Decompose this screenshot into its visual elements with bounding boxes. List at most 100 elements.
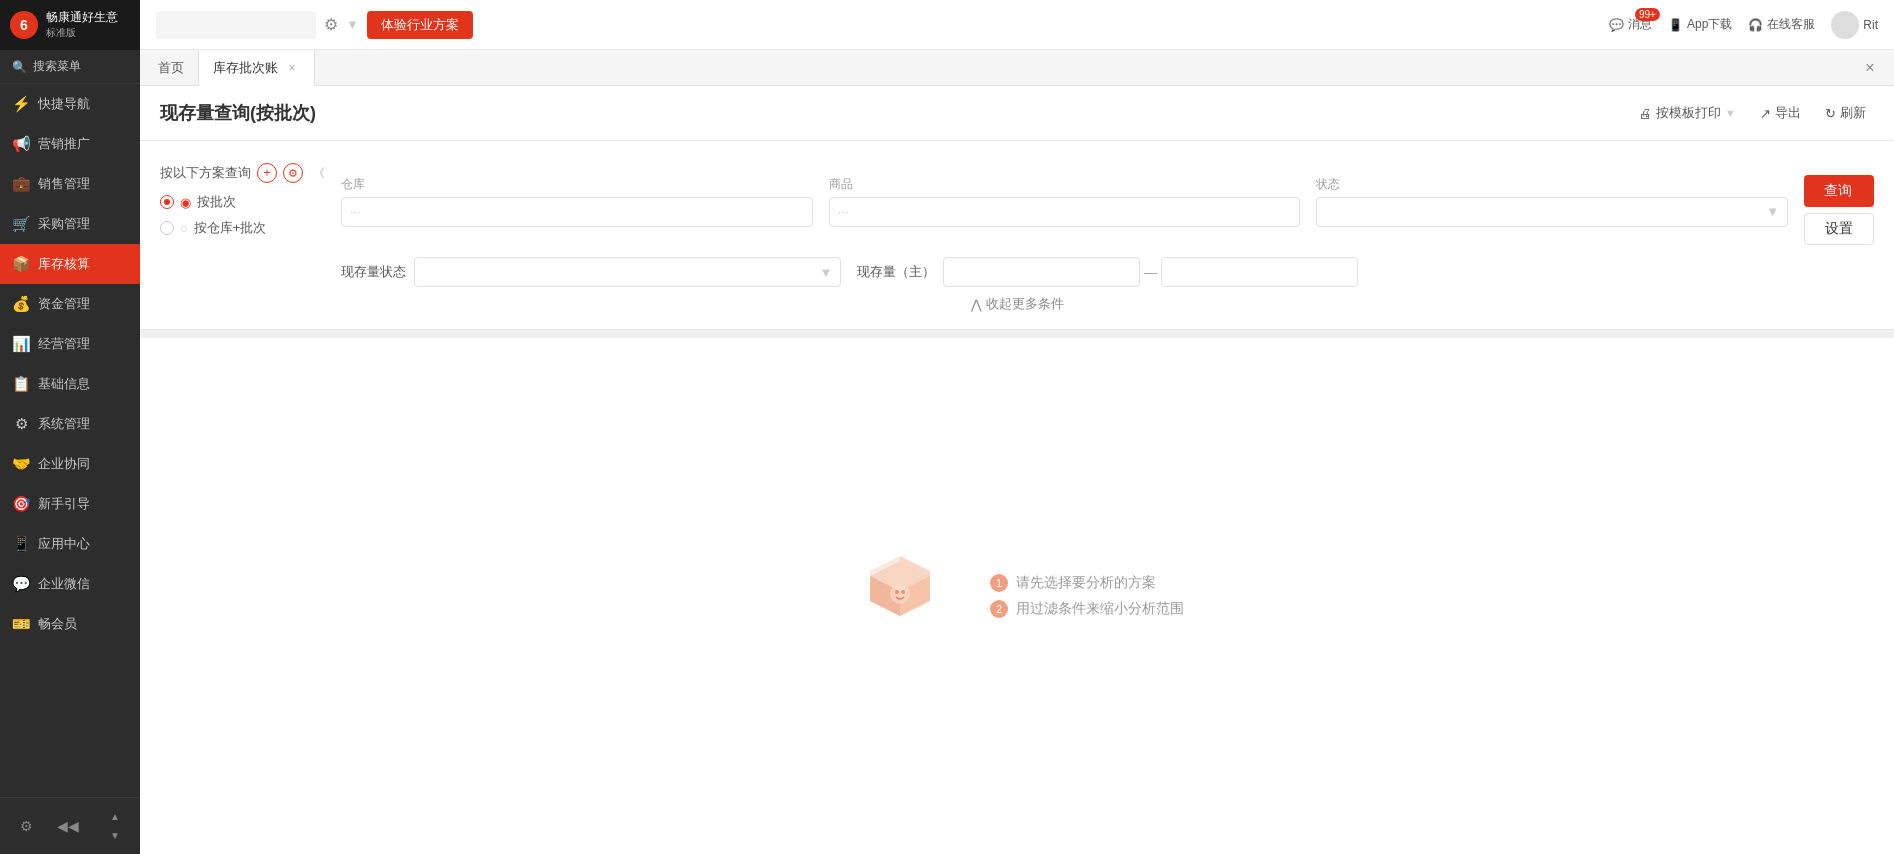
empty-step-2: 2 用过滤条件来缩小分析范围 bbox=[990, 600, 1184, 618]
vip-icon: 🎫 bbox=[12, 615, 30, 633]
sidebar-item-newbie[interactable]: 🎯 新手引导 bbox=[0, 484, 140, 524]
refresh-btn[interactable]: ↻ 刷新 bbox=[1817, 100, 1874, 126]
finance-label: 资金管理 bbox=[38, 295, 90, 313]
export-icon: ↗ bbox=[1760, 106, 1771, 121]
scheme-collapse-arrow[interactable]: 《 bbox=[313, 165, 325, 182]
stock-status-field: 现存量状态 ▼ bbox=[341, 257, 841, 287]
messages-icon: 💬 bbox=[1609, 18, 1624, 32]
stock-status-input[interactable]: ▼ bbox=[414, 257, 841, 287]
sidebar-footer: ⚙ ◀◀ ▲ ▼ bbox=[0, 797, 140, 854]
tab-inventory-batch-label: 库存批次账 bbox=[213, 59, 278, 77]
inventory-label: 库存核算 bbox=[38, 255, 90, 273]
empty-step-1: 1 请先选择要分析的方案 bbox=[990, 574, 1184, 592]
status-label: 状态 bbox=[1316, 176, 1788, 193]
scheme-by-batch-radio[interactable] bbox=[160, 195, 174, 209]
app-version: 标准版 bbox=[46, 26, 118, 40]
warehouse-field: 仓库 ··· bbox=[341, 176, 813, 227]
page-title: 现存量查询(按批次) bbox=[160, 101, 316, 125]
finance-icon: 💰 bbox=[12, 295, 30, 313]
sidebar-item-vip[interactable]: 🎫 畅会员 bbox=[0, 604, 140, 644]
sidebar-item-finance[interactable]: 💰 资金管理 bbox=[0, 284, 140, 324]
sidebar-menu: ⚡ 快捷导航 📢 营销推广 💼 销售管理 🛒 采购管理 📦 库存核算 💰 资金管… bbox=[0, 84, 140, 797]
sidebar-header: 6 畅康通好生意 标准版 bbox=[0, 0, 140, 50]
print-icon: 🖨 bbox=[1639, 106, 1652, 121]
sidebar-search-menu[interactable]: 🔍 搜索菜单 bbox=[0, 50, 140, 84]
sidebar-scroll-up-btn[interactable]: ▲ bbox=[102, 808, 128, 825]
stock-qty-min-input[interactable] bbox=[943, 257, 1140, 287]
marketing-label: 营销推广 bbox=[38, 135, 90, 153]
tab-close-inventory-batch[interactable]: × bbox=[284, 60, 300, 76]
status-input[interactable]: ▼ bbox=[1316, 197, 1788, 227]
filter-section-label: 按以下方案查询 + ⚙ 《 bbox=[160, 157, 325, 183]
print-template-btn[interactable]: 🖨 按模板打印 ▼ bbox=[1631, 100, 1744, 126]
settings-filter-btn[interactable]: 设置 bbox=[1804, 213, 1874, 245]
top-header: ⚙ ▼ 体验行业方案 💬 消息 99+ 📱 App下载 🎧 在线客服 Rit bbox=[140, 0, 1894, 50]
filter-row-2: 现存量状态 ▼ 现存量（主） — bbox=[341, 257, 1874, 287]
scheme-by-warehouse-batch-radio[interactable] bbox=[160, 221, 174, 235]
sidebar-item-sales[interactable]: 💼 销售管理 bbox=[0, 164, 140, 204]
query-btn[interactable]: 查询 bbox=[1804, 175, 1874, 207]
stock-qty-max-input[interactable] bbox=[1161, 257, 1358, 287]
app-download-action[interactable]: 📱 App下载 bbox=[1668, 16, 1732, 33]
operations-label: 经营管理 bbox=[38, 335, 90, 353]
warehouse-input[interactable]: ··· bbox=[341, 197, 813, 227]
sidebar-item-enterprise[interactable]: 🤝 企业协同 bbox=[0, 444, 140, 484]
online-service-action[interactable]: 🎧 在线客服 bbox=[1748, 16, 1815, 33]
scheme-by-batch[interactable]: ◉ 按批次 bbox=[160, 193, 325, 211]
collapse-more-btn[interactable]: ⋀ 收起更多条件 bbox=[971, 295, 1064, 313]
sidebar-item-apps[interactable]: 📱 应用中心 bbox=[0, 524, 140, 564]
system-icon: ⚙ bbox=[12, 415, 30, 433]
product-input[interactable]: ··· bbox=[829, 197, 1301, 227]
system-label: 系统管理 bbox=[38, 415, 90, 433]
sidebar-item-operations[interactable]: 📊 经营管理 bbox=[0, 324, 140, 364]
basics-icon: 📋 bbox=[12, 375, 30, 393]
stock-qty-field: 现存量（主） — bbox=[857, 257, 1357, 287]
chevron-up-icon: ⋀ bbox=[971, 297, 982, 312]
tab-inventory-batch[interactable]: 库存批次账 × bbox=[199, 50, 315, 86]
product-label: 商品 bbox=[829, 176, 1301, 193]
newbie-label: 新手引导 bbox=[38, 495, 90, 513]
manage-scheme-btn[interactable]: ⚙ bbox=[283, 163, 303, 183]
sidebar-item-quick-nav[interactable]: ⚡ 快捷导航 bbox=[0, 84, 140, 124]
sidebar-item-marketing[interactable]: 📢 营销推广 bbox=[0, 124, 140, 164]
app-download-label: App下载 bbox=[1687, 16, 1732, 33]
empty-steps: 1 请先选择要分析的方案 2 用过滤条件来缩小分析范围 bbox=[990, 574, 1184, 618]
tab-home[interactable]: 首页 bbox=[144, 50, 199, 86]
online-service-label: 在线客服 bbox=[1767, 16, 1815, 33]
tab-panel-close-btn[interactable]: × bbox=[1856, 54, 1884, 82]
marketing-icon: 📢 bbox=[12, 135, 30, 153]
sales-label: 销售管理 bbox=[38, 175, 90, 193]
scheme-by-warehouse-batch[interactable]: ○ 按仓库+批次 bbox=[160, 219, 325, 237]
sidebar-item-basics[interactable]: 📋 基础信息 bbox=[0, 364, 140, 404]
top-search-bar[interactable] bbox=[156, 11, 316, 39]
phone-icon: 📱 bbox=[1668, 18, 1683, 32]
export-btn[interactable]: ↗ 导出 bbox=[1752, 100, 1809, 126]
filter-collapse-row: ⋀ 收起更多条件 bbox=[160, 295, 1874, 313]
print-label: 按模板打印 bbox=[1656, 104, 1721, 122]
quick-nav-icon: ⚡ bbox=[12, 95, 30, 113]
enterprise-icon: 🤝 bbox=[12, 455, 30, 473]
sidebar-item-purchase[interactable]: 🛒 采购管理 bbox=[0, 204, 140, 244]
sidebar-item-wechat[interactable]: 💬 企业微信 bbox=[0, 564, 140, 604]
search-menu-label: 搜索菜单 bbox=[33, 58, 81, 75]
sidebar-collapse-btn[interactable]: ◀◀ bbox=[49, 815, 87, 837]
sidebar-settings-btn[interactable]: ⚙ bbox=[12, 815, 41, 837]
empty-state-area: 1 请先选择要分析的方案 2 用过滤条件来缩小分析范围 bbox=[140, 338, 1894, 854]
tab-home-label: 首页 bbox=[158, 59, 184, 77]
messages-action[interactable]: 💬 消息 99+ bbox=[1609, 16, 1652, 33]
step-2-text: 用过滤条件来缩小分析范围 bbox=[1016, 600, 1184, 618]
wechat-icon: 💬 bbox=[12, 575, 30, 593]
sidebar-item-system[interactable]: ⚙ 系统管理 bbox=[0, 404, 140, 444]
scheme-by-batch-label: 按批次 bbox=[197, 193, 236, 211]
purchase-label: 采购管理 bbox=[38, 215, 90, 233]
scheme-list: ◉ 按批次 ○ 按仓库+批次 bbox=[160, 193, 325, 237]
status-dropdown-icon: ▼ bbox=[1766, 204, 1779, 219]
enterprise-label: 企业协同 bbox=[38, 455, 90, 473]
user-avatar-area[interactable]: Rit bbox=[1831, 11, 1878, 39]
experience-industry-btn[interactable]: 体验行业方案 bbox=[367, 11, 473, 39]
sidebar-item-inventory[interactable]: 📦 库存核算 bbox=[0, 244, 140, 284]
collapse-label: 收起更多条件 bbox=[986, 295, 1064, 313]
sidebar-scroll-down-btn[interactable]: ▼ bbox=[102, 827, 128, 844]
add-scheme-btn[interactable]: + bbox=[257, 163, 277, 183]
settings-gear-btn[interactable]: ⚙ bbox=[324, 15, 338, 34]
